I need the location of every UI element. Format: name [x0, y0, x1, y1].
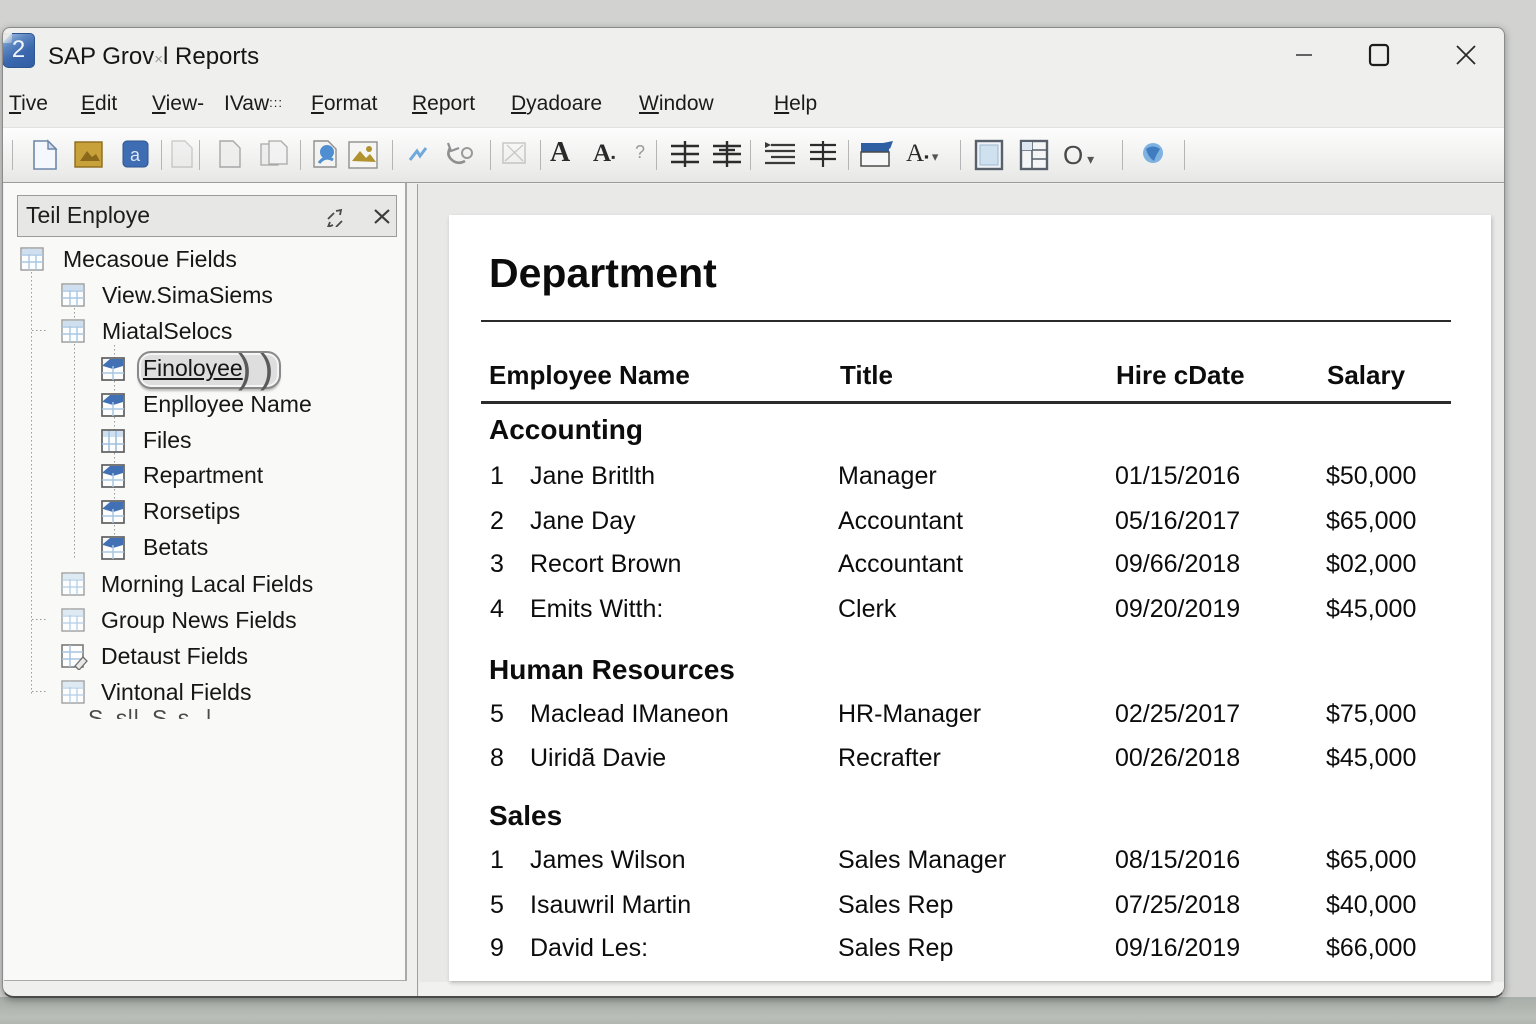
svg-text:a: a: [130, 145, 141, 165]
